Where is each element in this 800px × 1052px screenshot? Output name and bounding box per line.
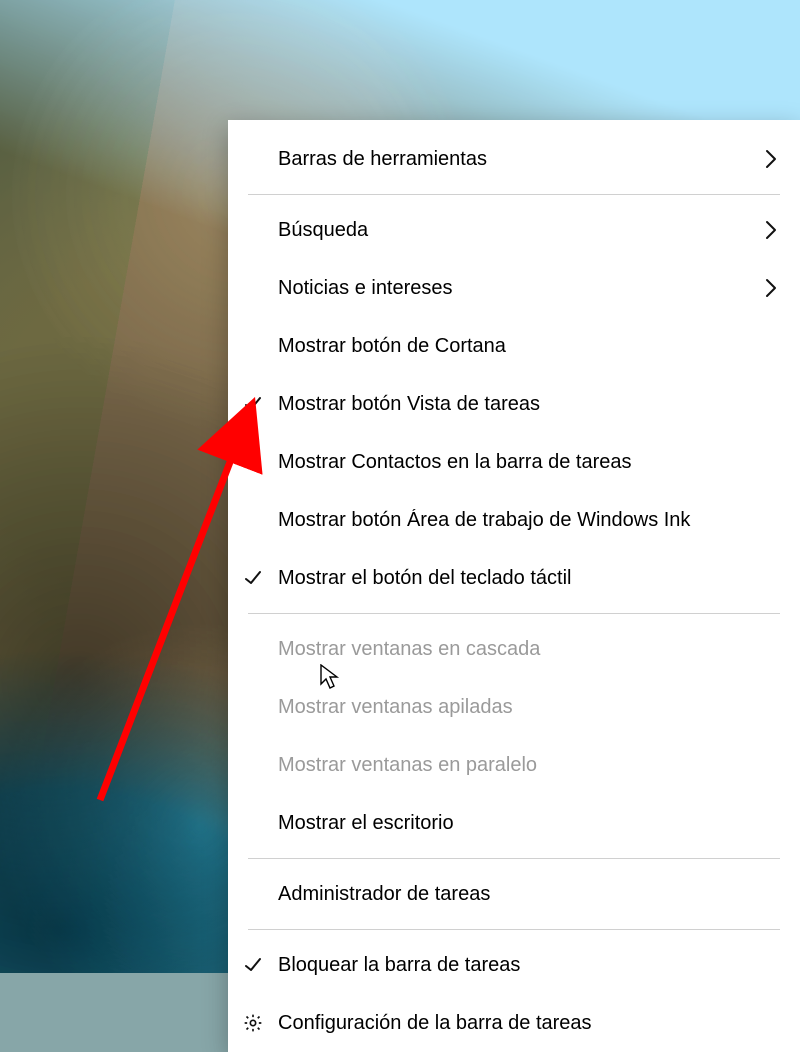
menu-separator: [248, 929, 780, 930]
menu-item-label: Mostrar Contactos en la barra de tareas: [278, 451, 778, 474]
menu-item-label: Mostrar ventanas en paralelo: [278, 754, 778, 777]
menu-item-label: Mostrar botón Vista de tareas: [278, 393, 778, 416]
menu-item[interactable]: Mostrar el botón del teclado táctil: [228, 549, 800, 607]
menu-item-label: Mostrar ventanas en cascada: [278, 638, 778, 661]
menu-item-label: Mostrar ventanas apiladas: [278, 696, 778, 719]
menu-item-label: Noticias e intereses: [278, 277, 754, 300]
checkmark-icon: [243, 394, 263, 414]
taskbar-context-menu: Barras de herramientas Búsqueda Noticias e…: [228, 120, 800, 1052]
menu-item[interactable]: Mostrar el escritorio: [228, 794, 800, 852]
menu-item-label: Mostrar botón Área de trabajo de Windows…: [278, 509, 778, 532]
checkmark-icon: [243, 955, 263, 975]
menu-separator: [248, 194, 780, 195]
menu-item-label: Búsqueda: [278, 219, 754, 242]
menu-item[interactable]: Búsqueda: [228, 201, 800, 259]
chevron-right-icon: [754, 219, 778, 241]
menu-item[interactable]: Noticias e intereses: [228, 259, 800, 317]
menu-item[interactable]: Barras de herramientas: [228, 130, 800, 188]
gear-icon: [243, 1013, 263, 1033]
menu-item-label: Administrador de tareas: [278, 883, 778, 906]
menu-item[interactable]: Mostrar botón Área de trabajo de Windows…: [228, 491, 800, 549]
menu-item-label: Mostrar el botón del teclado táctil: [278, 567, 778, 590]
menu-item-label: Configuración de la barra de tareas: [278, 1012, 778, 1035]
menu-item[interactable]: Configuración de la barra de tareas: [228, 994, 800, 1052]
menu-item-label: Mostrar botón de Cortana: [278, 335, 778, 358]
menu-item: Mostrar ventanas en paralelo: [228, 736, 800, 794]
menu-item-leading: [228, 1013, 278, 1033]
menu-item-label: Bloquear la barra de tareas: [278, 954, 778, 977]
menu-item[interactable]: Mostrar botón de Cortana: [228, 317, 800, 375]
chevron-right-icon: [754, 148, 778, 170]
menu-item[interactable]: Mostrar Contactos en la barra de tareas: [228, 433, 800, 491]
menu-item-leading: [228, 394, 278, 414]
menu-separator: [248, 613, 780, 614]
chevron-right-icon: [754, 277, 778, 299]
menu-item[interactable]: Bloquear la barra de tareas: [228, 936, 800, 994]
menu-item-label: Barras de herramientas: [278, 148, 754, 171]
menu-item[interactable]: Mostrar botón Vista de tareas: [228, 375, 800, 433]
menu-item-leading: [228, 955, 278, 975]
menu-item: Mostrar ventanas apiladas: [228, 678, 800, 736]
checkmark-icon: [243, 568, 263, 588]
menu-item-label: Mostrar el escritorio: [278, 812, 778, 835]
menu-separator: [248, 858, 780, 859]
menu-item[interactable]: Administrador de tareas: [228, 865, 800, 923]
menu-item: Mostrar ventanas en cascada: [228, 620, 800, 678]
menu-item-leading: [228, 568, 278, 588]
